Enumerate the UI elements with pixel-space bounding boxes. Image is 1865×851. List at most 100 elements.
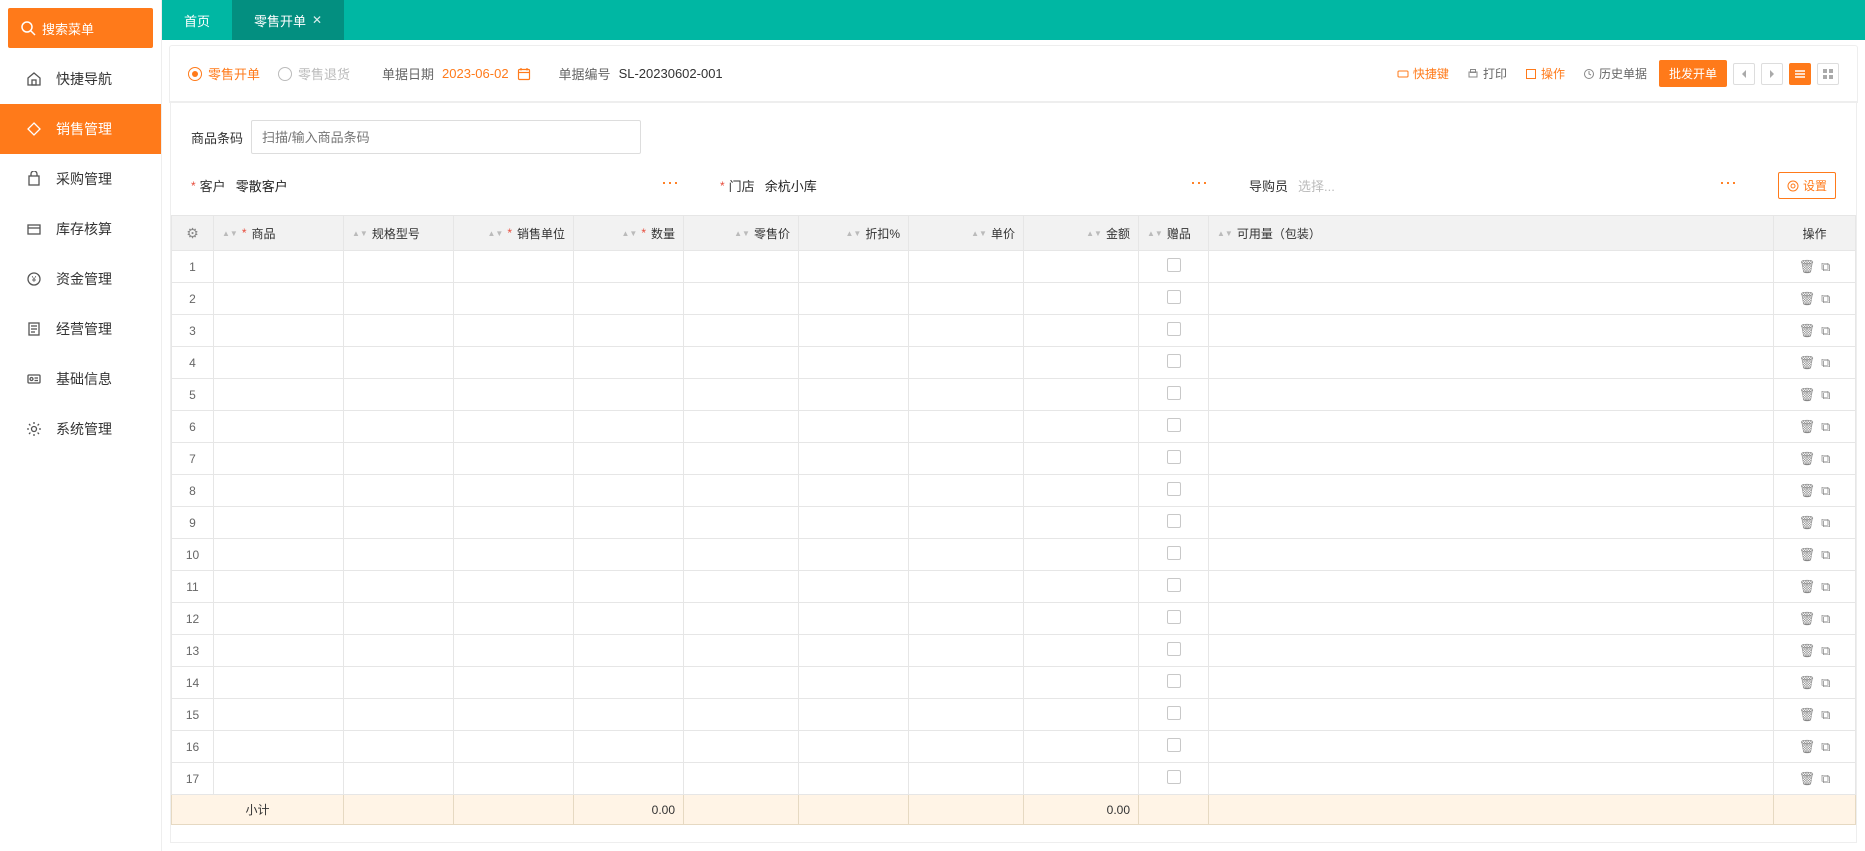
- cell-product[interactable]: [214, 699, 344, 731]
- cell-gift[interactable]: [1139, 347, 1209, 379]
- gift-checkbox[interactable]: [1167, 674, 1181, 688]
- copy-icon[interactable]: ⧉: [1821, 387, 1830, 402]
- settings-button[interactable]: 设置: [1778, 172, 1836, 199]
- cell-unit-price[interactable]: [909, 539, 1024, 571]
- col-qty[interactable]: 数量: [651, 225, 675, 242]
- cell-retail[interactable]: [684, 443, 799, 475]
- cell-product[interactable]: [214, 635, 344, 667]
- gift-checkbox[interactable]: [1167, 610, 1181, 624]
- sidebar-item-0[interactable]: 快捷导航: [0, 54, 161, 104]
- copy-icon[interactable]: ⧉: [1821, 707, 1830, 722]
- copy-icon[interactable]: ⧉: [1821, 291, 1830, 306]
- next-button[interactable]: [1761, 63, 1783, 85]
- cell-unit-price[interactable]: [909, 283, 1024, 315]
- copy-icon[interactable]: ⧉: [1821, 643, 1830, 658]
- cell-product[interactable]: [214, 475, 344, 507]
- radio-retail-return[interactable]: 零售退货: [278, 64, 350, 83]
- col-amount[interactable]: 金额: [1106, 225, 1130, 242]
- shortcut-link[interactable]: 快捷键: [1391, 65, 1455, 82]
- delete-icon[interactable]: 🗑: [1799, 675, 1816, 690]
- gift-checkbox[interactable]: [1167, 322, 1181, 336]
- cell-product[interactable]: [214, 379, 344, 411]
- cell-product[interactable]: [214, 731, 344, 763]
- copy-icon[interactable]: ⧉: [1821, 611, 1830, 626]
- cell-qty[interactable]: [574, 763, 684, 795]
- cell-spec[interactable]: [344, 379, 454, 411]
- cell-product[interactable]: [214, 603, 344, 635]
- cell-amount[interactable]: [1024, 411, 1139, 443]
- cell-unit[interactable]: [454, 475, 574, 507]
- table-row[interactable]: 13🗑⧉: [172, 635, 1856, 667]
- cell-discount[interactable]: [799, 411, 909, 443]
- tab-1[interactable]: 零售开单✕: [232, 0, 344, 40]
- cell-spec[interactable]: [344, 443, 454, 475]
- sort-icon[interactable]: ▲▼: [1086, 231, 1102, 236]
- cell-product[interactable]: [214, 411, 344, 443]
- cell-amount[interactable]: [1024, 443, 1139, 475]
- cell-discount[interactable]: [799, 731, 909, 763]
- cell-amount[interactable]: [1024, 699, 1139, 731]
- delete-icon[interactable]: 🗑: [1799, 259, 1816, 274]
- table-row[interactable]: 8🗑⧉: [172, 475, 1856, 507]
- sort-icon[interactable]: ▲▼: [222, 231, 238, 236]
- cell-unit[interactable]: [454, 635, 574, 667]
- operate-link[interactable]: 操作: [1519, 65, 1571, 82]
- cell-retail[interactable]: [684, 539, 799, 571]
- table-row[interactable]: 17🗑⧉: [172, 763, 1856, 795]
- cell-spec[interactable]: [344, 283, 454, 315]
- copy-icon[interactable]: ⧉: [1821, 547, 1830, 562]
- cell-amount[interactable]: [1024, 507, 1139, 539]
- cell-qty[interactable]: [574, 731, 684, 763]
- cell-spec[interactable]: [344, 315, 454, 347]
- delete-icon[interactable]: 🗑: [1799, 515, 1816, 530]
- cell-gift[interactable]: [1139, 635, 1209, 667]
- grid-view-button[interactable]: [1817, 63, 1839, 85]
- cell-retail[interactable]: [684, 699, 799, 731]
- col-avail[interactable]: 可用量（包装）: [1237, 225, 1321, 242]
- copy-icon[interactable]: ⧉: [1821, 771, 1830, 786]
- cell-discount[interactable]: [799, 251, 909, 283]
- delete-icon[interactable]: 🗑: [1799, 451, 1816, 466]
- cell-unit-price[interactable]: [909, 603, 1024, 635]
- table-row[interactable]: 6🗑⧉: [172, 411, 1856, 443]
- copy-icon[interactable]: ⧉: [1821, 419, 1830, 434]
- cell-retail[interactable]: [684, 731, 799, 763]
- copy-icon[interactable]: ⧉: [1821, 355, 1830, 370]
- cell-spec[interactable]: [344, 635, 454, 667]
- more-icon[interactable]: ⋯: [1719, 173, 1738, 194]
- cell-product[interactable]: [214, 763, 344, 795]
- store-field[interactable]: * 门店 余杭小库 ⋯: [720, 175, 1209, 196]
- table-row[interactable]: 5🗑⧉: [172, 379, 1856, 411]
- col-gift[interactable]: 赠品: [1167, 225, 1191, 242]
- cell-gift[interactable]: [1139, 539, 1209, 571]
- gift-checkbox[interactable]: [1167, 546, 1181, 560]
- calendar-icon[interactable]: [517, 67, 531, 81]
- cell-discount[interactable]: [799, 283, 909, 315]
- more-icon[interactable]: ⋯: [661, 173, 680, 194]
- cell-gift[interactable]: [1139, 475, 1209, 507]
- cell-product[interactable]: [214, 507, 344, 539]
- copy-icon[interactable]: ⧉: [1821, 739, 1830, 754]
- cell-unit[interactable]: [454, 571, 574, 603]
- cell-unit-price[interactable]: [909, 347, 1024, 379]
- cell-amount[interactable]: [1024, 475, 1139, 507]
- cell-qty[interactable]: [574, 443, 684, 475]
- col-product[interactable]: 商品: [252, 225, 276, 242]
- cell-product[interactable]: [214, 443, 344, 475]
- sidebar-item-3[interactable]: 库存核算: [0, 204, 161, 254]
- cell-retail[interactable]: [684, 347, 799, 379]
- cell-retail[interactable]: [684, 251, 799, 283]
- cell-amount[interactable]: [1024, 571, 1139, 603]
- table-row[interactable]: 7🗑⧉: [172, 443, 1856, 475]
- history-link[interactable]: 历史单据: [1577, 65, 1653, 82]
- cell-qty[interactable]: [574, 251, 684, 283]
- gear-icon[interactable]: ⚙: [186, 225, 199, 242]
- gift-checkbox[interactable]: [1167, 418, 1181, 432]
- list-view-button[interactable]: [1789, 63, 1811, 85]
- cell-retail[interactable]: [684, 315, 799, 347]
- sidebar-item-2[interactable]: 采购管理: [0, 154, 161, 204]
- cell-amount[interactable]: [1024, 251, 1139, 283]
- copy-icon[interactable]: ⧉: [1821, 579, 1830, 594]
- cell-discount[interactable]: [799, 603, 909, 635]
- cell-gift[interactable]: [1139, 699, 1209, 731]
